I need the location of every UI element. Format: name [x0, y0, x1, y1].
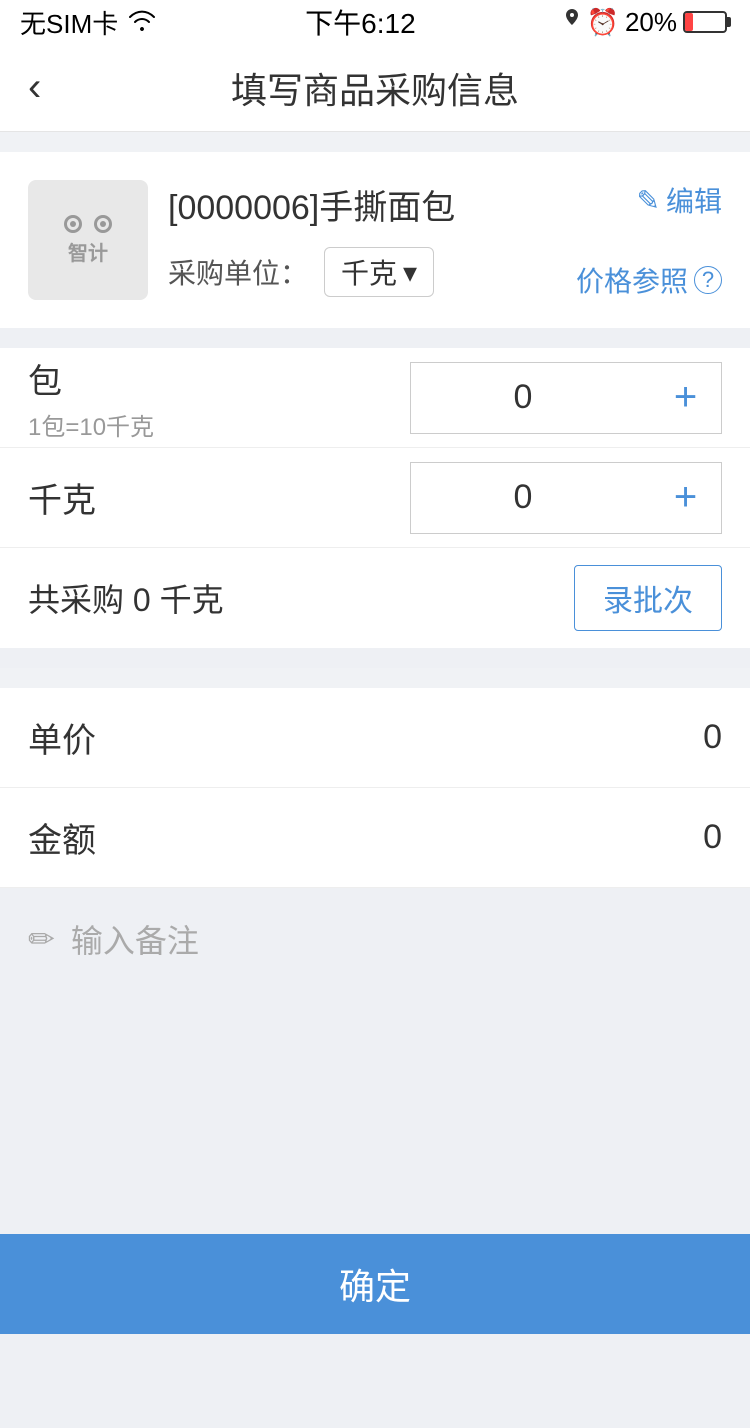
- carrier-label: 无SIM卡: [20, 4, 118, 41]
- section-divider-1: [0, 328, 750, 348]
- unit-selector[interactable]: 千克 ▾: [324, 247, 434, 297]
- total-label: 共采购 0 千克: [28, 575, 224, 621]
- amount-label: 金额: [28, 813, 96, 862]
- edit-button[interactable]: ✎ 编辑: [637, 180, 722, 220]
- info-section: 单价 0 金额 0: [0, 688, 750, 888]
- product-logo: 智计: [48, 210, 128, 270]
- product-card: 智计 [0000006]手撕面包 采购单位： 千克 ▾ ✎ 编辑 价格参照 ?: [0, 152, 750, 328]
- price-reference-button[interactable]: 价格参照 ?: [576, 260, 722, 300]
- remark-placeholder: 输入备注: [71, 916, 199, 962]
- battery-percent: 20%: [625, 7, 677, 38]
- alarm-icon: ⏰: [587, 7, 619, 38]
- unit-label: 采购单位：: [168, 252, 308, 292]
- bag-label: 包 1包=10千克: [28, 354, 154, 442]
- kg-row: 千克 +: [0, 448, 750, 548]
- product-image: 智计: [28, 180, 148, 300]
- bag-row: 包 1包=10千克 +: [0, 348, 750, 448]
- bag-input-group: +: [410, 362, 722, 434]
- unit-price-value: 0: [703, 718, 722, 757]
- status-right: ⏰ 20%: [563, 7, 730, 38]
- back-button[interactable]: ‹: [28, 65, 41, 110]
- help-icon: ?: [694, 266, 722, 294]
- status-left: 无SIM卡: [20, 4, 158, 41]
- edit-icon: ✎: [637, 184, 660, 217]
- kg-input-group: +: [410, 462, 722, 534]
- amount-value: 0: [703, 818, 722, 857]
- logo-text: 智计: [68, 237, 108, 266]
- unit-price-label: 单价: [28, 713, 96, 762]
- bag-quantity-input[interactable]: [410, 362, 650, 434]
- kg-plus-button[interactable]: +: [650, 462, 722, 534]
- pencil-icon: ✏: [28, 920, 55, 958]
- page-title: 填写商品采购信息: [231, 62, 519, 114]
- bag-plus-button[interactable]: +: [650, 362, 722, 434]
- chevron-down-icon: ▾: [403, 256, 417, 289]
- kg-label: 千克: [28, 473, 148, 522]
- location-icon: [563, 7, 581, 38]
- batch-button[interactable]: 录批次: [574, 565, 722, 631]
- status-bar: 无SIM卡 下午6:12 ⏰ 20%: [0, 0, 750, 44]
- input-section: 包 1包=10千克 + 千克 + 共采购 0 千克 录批次: [0, 348, 750, 648]
- kg-quantity-input[interactable]: [410, 462, 650, 534]
- section-divider-2: [0, 648, 750, 668]
- total-row: 共采购 0 千克 录批次: [0, 548, 750, 648]
- unit-price-row: 单价 0: [0, 688, 750, 788]
- status-time: 下午6:12: [305, 2, 416, 42]
- nav-bar: ‹ 填写商品采购信息: [0, 44, 750, 132]
- battery-icon: [683, 11, 730, 33]
- bag-sub-label: 1包=10千克: [28, 407, 154, 442]
- remark-section[interactable]: ✏ 输入备注: [0, 888, 750, 1088]
- wifi-icon: [126, 7, 158, 38]
- confirm-button[interactable]: 确定: [0, 1234, 750, 1334]
- amount-row: 金额 0: [0, 788, 750, 888]
